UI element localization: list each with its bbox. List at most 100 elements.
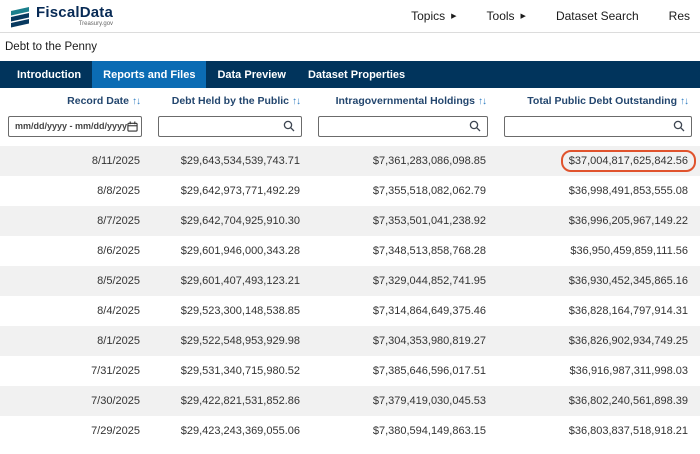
amount-cell: $36,803,837,518,918.21	[496, 416, 700, 446]
debt-table: Record Date↑↓ Debt Held by the Public↑↓ …	[0, 88, 700, 446]
table-row: 7/30/2025$29,422,821,531,852.86$7,379,41…	[0, 386, 700, 416]
amount-cell: $7,314,864,649,375.46	[310, 296, 496, 326]
debt-held-filter-input[interactable]	[158, 116, 302, 137]
nav-topics[interactable]: Topics ▶	[411, 9, 456, 23]
amount-cell: $36,950,459,859,111.56	[496, 236, 700, 266]
amount-cell: $7,353,501,041,238.92	[310, 206, 496, 236]
amount-cell: $29,522,548,953,929.98	[150, 326, 310, 356]
caret-right-icon: ▶	[521, 12, 526, 20]
intragovernmental-filter-input[interactable]	[318, 116, 488, 137]
amount-cell: $29,642,704,925,910.30	[150, 206, 310, 236]
nav-dataset-search-label: Dataset Search	[556, 9, 639, 23]
breadcrumb: Debt to the Penny	[5, 41, 97, 53]
calendar-icon[interactable]	[127, 121, 138, 132]
record-date-cell: 8/7/2025	[0, 206, 150, 236]
column-header-intragovernmental-holdings[interactable]: Intragovernmental Holdings↑↓	[310, 88, 496, 114]
amount-cell: $7,348,513,858,768.28	[310, 236, 496, 266]
table-row: 8/5/2025$29,601,407,493,123.21$7,329,044…	[0, 266, 700, 296]
amount-cell: $7,380,594,149,863.15	[310, 416, 496, 446]
highlighted-value: $37,004,817,625,842.56	[561, 150, 696, 172]
top-header: FiscalData Treasury.gov Topics ▶ Tools ▶…	[0, 0, 700, 33]
tab-label: Reports and Files	[103, 69, 195, 81]
record-date-cell: 8/4/2025	[0, 296, 150, 326]
amount-cell: $29,423,243,369,055.06	[150, 416, 310, 446]
amount-cell: $7,355,518,082,062.79	[310, 176, 496, 206]
column-header-record-date[interactable]: Record Date↑↓	[0, 88, 150, 114]
nav-tools-label: Tools	[487, 9, 515, 23]
tab-introduction[interactable]: Introduction	[6, 61, 92, 88]
nav-tools[interactable]: Tools ▶	[487, 9, 526, 23]
sort-icon[interactable]: ↑↓	[478, 96, 486, 107]
amount-cell: $29,531,340,715,980.52	[150, 356, 310, 386]
amount-cell: $36,998,491,853,555.08	[496, 176, 700, 206]
caret-right-icon: ▶	[451, 12, 456, 20]
breadcrumb-row: Debt to the Penny	[0, 33, 700, 61]
amount-cell: $29,642,973,771,492.29	[150, 176, 310, 206]
amount-cell: $29,643,534,539,743.71	[150, 146, 310, 176]
record-date-cell: 8/1/2025	[0, 326, 150, 356]
tab-label: Dataset Properties	[308, 69, 405, 81]
top-nav: Topics ▶ Tools ▶ Dataset Search Res	[411, 9, 690, 23]
amount-cell: $37,004,817,625,842.56	[496, 146, 700, 176]
record-date-cell: 8/5/2025	[0, 266, 150, 296]
column-label: Total Public Debt Outstanding	[527, 95, 677, 107]
amount-cell: $36,930,452,345,865.16	[496, 266, 700, 296]
nav-resources[interactable]: Res	[669, 9, 690, 23]
date-range-placeholder: mm/dd/yyyy - mm/dd/yyyy	[15, 121, 127, 131]
search-icon	[283, 120, 295, 132]
record-date-cell: 7/30/2025	[0, 386, 150, 416]
amount-cell: $7,361,283,086,098.85	[310, 146, 496, 176]
sort-icon[interactable]: ↑↓	[292, 96, 300, 107]
total-debt-filter-input[interactable]	[504, 116, 692, 137]
table-row: 7/29/2025$29,423,243,369,055.06$7,380,59…	[0, 416, 700, 446]
record-date-cell: 8/11/2025	[0, 146, 150, 176]
column-header-debt-held-by-public[interactable]: Debt Held by the Public↑↓	[150, 88, 310, 114]
amount-cell: $29,601,407,493,123.21	[150, 266, 310, 296]
table-row: 8/6/2025$29,601,946,000,343.28$7,348,513…	[0, 236, 700, 266]
amount-cell: $7,329,044,852,741.95	[310, 266, 496, 296]
record-date-cell: 8/6/2025	[0, 236, 150, 266]
table-filter-row: mm/dd/yyyy - mm/dd/yyyy	[0, 114, 700, 146]
table-row: 8/8/2025$29,642,973,771,492.29$7,355,518…	[0, 176, 700, 206]
amount-cell: $36,828,164,797,914.31	[496, 296, 700, 326]
column-label: Debt Held by the Public	[172, 95, 289, 107]
search-icon	[673, 120, 685, 132]
table-body: 8/11/2025$29,643,534,539,743.71$7,361,28…	[0, 146, 700, 446]
search-icon	[469, 120, 481, 132]
amount-cell: $7,304,353,980,819.27	[310, 326, 496, 356]
nav-resources-label: Res	[669, 9, 690, 23]
amount-cell: $36,996,205,967,149.22	[496, 206, 700, 236]
brand-subtitle: Treasury.gov	[79, 21, 113, 27]
table-row: 8/1/2025$29,522,548,953,929.98$7,304,353…	[0, 326, 700, 356]
amount-cell: $7,385,646,596,017.51	[310, 356, 496, 386]
amount-cell: $29,601,946,000,343.28	[150, 236, 310, 266]
date-range-filter-input[interactable]: mm/dd/yyyy - mm/dd/yyyy	[8, 116, 142, 137]
brand-text: FiscalData Treasury.gov	[36, 5, 113, 27]
column-label: Record Date	[67, 95, 129, 107]
amount-cell: $29,422,821,531,852.86	[150, 386, 310, 416]
sort-icon[interactable]: ↑↓	[132, 96, 140, 107]
tab-dataset-properties[interactable]: Dataset Properties	[297, 61, 416, 88]
column-header-total-public-debt[interactable]: Total Public Debt Outstanding↑↓	[496, 88, 700, 114]
tab-label: Introduction	[17, 69, 81, 81]
amount-cell: $36,826,902,934,749.25	[496, 326, 700, 356]
record-date-cell: 7/29/2025	[0, 416, 150, 446]
table-row: 8/4/2025$29,523,300,148,538.85$7,314,864…	[0, 296, 700, 326]
amount-cell: $7,379,419,030,045.53	[310, 386, 496, 416]
record-date-cell: 7/31/2025	[0, 356, 150, 386]
table-row: 7/31/2025$29,531,340,715,980.52$7,385,64…	[0, 356, 700, 386]
amount-cell: $36,802,240,561,898.39	[496, 386, 700, 416]
tab-label: Data Preview	[217, 69, 285, 81]
record-date-cell: 8/8/2025	[0, 176, 150, 206]
brand-home-link[interactable]: FiscalData Treasury.gov	[8, 4, 113, 28]
nav-topics-label: Topics	[411, 9, 445, 23]
tab-data-preview[interactable]: Data Preview	[206, 61, 296, 88]
fiscaldata-logo-icon	[8, 4, 32, 28]
table-row: 8/7/2025$29,642,704,925,910.30$7,353,501…	[0, 206, 700, 236]
sort-icon[interactable]: ↑↓	[680, 96, 688, 107]
nav-dataset-search[interactable]: Dataset Search	[556, 9, 639, 23]
column-label: Intragovernmental Holdings	[336, 95, 475, 107]
amount-cell: $36,916,987,311,998.03	[496, 356, 700, 386]
tab-reports-and-files[interactable]: Reports and Files	[92, 61, 206, 88]
brand-name: FiscalData	[36, 5, 113, 20]
